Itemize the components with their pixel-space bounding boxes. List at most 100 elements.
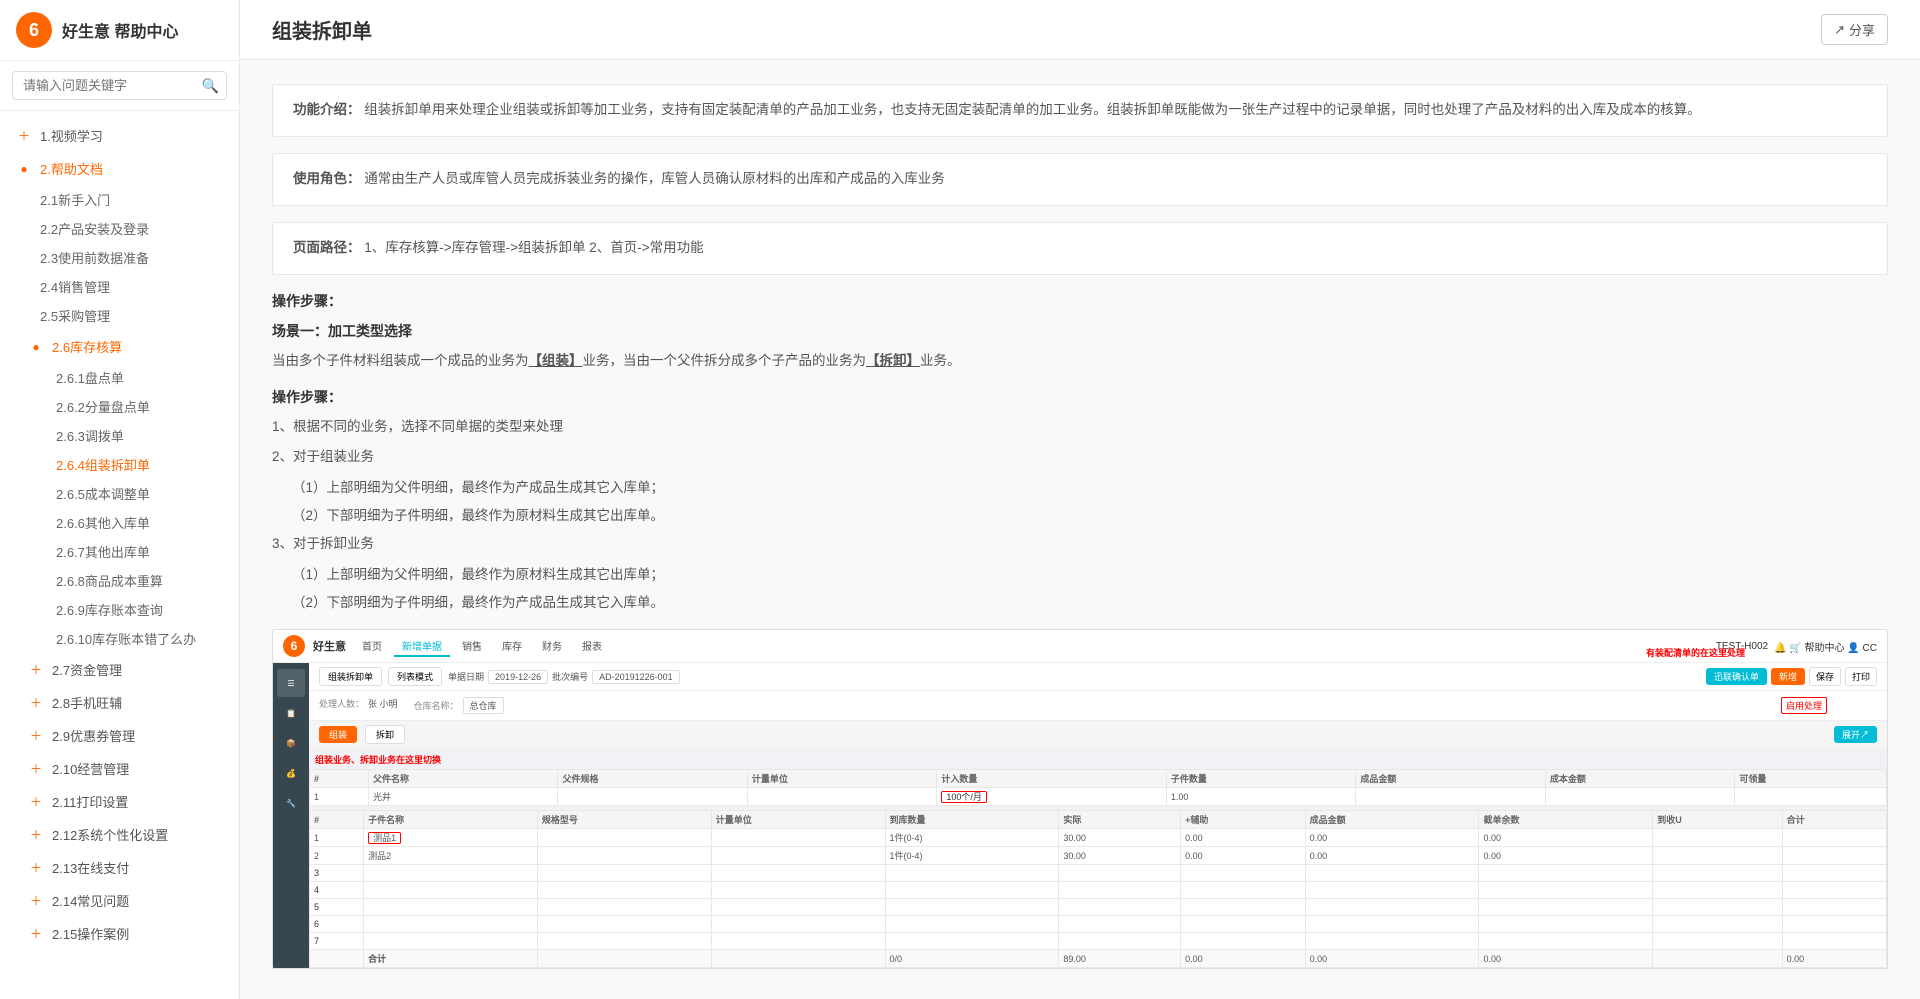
sidebar-item-videos[interactable]: ＋ 1.视频学习 (0, 119, 239, 152)
sidebar-item-ops[interactable]: ＋ 2.10经营管理 (0, 752, 239, 785)
fake-btd-recv2-2 (1653, 847, 1782, 865)
fake-bottom-table: # 子件名称 规格型号 计量单位 到库数量 实际 +辅助 成品金额 截单余数 (309, 810, 1887, 968)
fake-confirm-btn: 迅联确认单 (1706, 668, 1767, 685)
fake-brow-5: 5 (310, 899, 1887, 916)
fake-bottom-thead: # 子件名称 规格型号 计量单位 到库数量 实际 +辅助 成品金额 截单余数 (310, 811, 1887, 829)
screenshot-image: 6 好生意 首页 新增单据 销售 库存 财务 报表 TEST-H002 🔔 🛒 … (272, 629, 1888, 969)
fake-icon-2: 📋 (277, 699, 305, 727)
share-icon: ↗ (1834, 22, 1845, 38)
fake-label-doc: 单据日期 (448, 670, 484, 683)
fake-th-sub-qty: 子件数量 (1166, 770, 1355, 788)
search-button[interactable]: 🔍 (202, 77, 219, 94)
sidebar-item-cost-reset[interactable]: 2.6.8商品成本重算 (0, 566, 239, 595)
fake-annotation-1-area: 有装配清单的在这里处理 迅联确认单 (1706, 668, 1767, 685)
fake-main: 组装拆卸单 列表模式 单据日期 2019-12-26 批次编号 AD-20191… (309, 663, 1887, 968)
sidebar-item-print[interactable]: ＋ 2.11打印设置 (0, 785, 239, 818)
step2-text: 2、对于组装业务 (272, 445, 1888, 469)
fake-icons: 🔔 🛒 帮助中心 👤 CC (1774, 639, 1877, 654)
sidebar-item-adjust[interactable]: 2.6.3调拨单 (0, 421, 239, 450)
fake-brow-2: 2 测品2 1件(0-4) 30.00 0.00 0.00 0.00 (310, 847, 1887, 865)
sidebar-label-funds: 2.7资金管理 (52, 660, 122, 679)
sidebar-item-stock-check[interactable]: 2.6.9库存账本查询 (0, 595, 239, 624)
fake-bth-actual: 实际 (1059, 811, 1181, 829)
plus-icon-payment: ＋ (28, 860, 44, 876)
fake-logo: 6 (283, 635, 305, 657)
sidebar-item-inventory[interactable]: ● 2.6库存核算 (0, 330, 239, 363)
sidebar-item-mobile[interactable]: ＋ 2.8手机旺辅 (0, 686, 239, 719)
plus-icon-print: ＋ (28, 794, 44, 810)
sidebar-item-other-out[interactable]: 2.6.7其他出库单 (0, 537, 239, 566)
sidebar-item-sales[interactable]: 2.4销售管理 (0, 272, 239, 301)
sidebar-item-stock-error[interactable]: 2.6.10库存账本错了么办 (0, 624, 239, 653)
step2-2-text: （2）下部明细为子件明细，最终作为原材料生成其它出库单。 (292, 504, 1888, 528)
fake-btd-num-1: 1 (310, 829, 364, 847)
fake-label-batch: 批次编号 (552, 670, 588, 683)
fake-btd-actual-2: 30.00 (1059, 847, 1181, 865)
role-block: 使用角色： 通常由生产人员或库管人员完成拆装业务的操作，库管人员确认原材料的出库… (272, 153, 1888, 206)
sidebar-label-inventory: 2.6库存核算 (52, 337, 122, 356)
sidebar-item-coupon[interactable]: ＋ 2.9优惠券管理 (0, 719, 239, 752)
fake-bth-total: 合计 (1782, 811, 1886, 829)
plus-icon-cases: ＋ (28, 926, 44, 942)
fake-btn-list: 列表模式 (388, 667, 442, 686)
fake-nav-home: 首页 (354, 636, 390, 657)
fake-btd-recv-2: 1件(0-4) (885, 847, 1059, 865)
fake-footer-blank2 (537, 950, 711, 968)
sidebar-label-coupon: 2.9优惠券管理 (52, 726, 135, 745)
fake-th-unit: 计量单位 (747, 770, 936, 788)
sidebar-item-partial[interactable]: 2.6.2分量盘点单 (0, 392, 239, 421)
sidebar-item-funds[interactable]: ＋ 2.7资金管理 (0, 653, 239, 686)
fake-form-date: 单据日期 2019-12-26 批次编号 AD-20191226-001 (448, 670, 680, 684)
share-button[interactable]: ↗ 分享 (1821, 14, 1888, 45)
sidebar-item-stocktake[interactable]: 2.6.1盘点单 (0, 363, 239, 392)
sidebar-item-payment[interactable]: ＋ 2.13在线支付 (0, 851, 239, 884)
fake-bottom-table-wrap: 无固定清单可在组装在这里录入 # 子件名称 规格型号 计量单位 到库数量 实际 (309, 810, 1887, 968)
fake-batch-value: AD-20191226-001 (592, 670, 680, 684)
sidebar-label-payment: 2.13在线支付 (52, 858, 129, 877)
fake-bth-sname: 子件名称 (364, 811, 538, 829)
role-label: 使用角色： (293, 171, 361, 186)
fake-th-avail: 可领量 (1735, 770, 1887, 788)
sidebar-item-docs[interactable]: ● 2.帮助文档 (0, 152, 239, 185)
fake-btd-spec-1 (537, 829, 711, 847)
sidebar-item-new[interactable]: 2.1新手入门 (0, 185, 239, 214)
sidebar-item-system[interactable]: ＋ 2.12系统个性化设置 (0, 818, 239, 851)
sidebar-item-purchase[interactable]: 2.5采购管理 (0, 301, 239, 330)
app-name: 好生意 帮助中心 (62, 18, 178, 42)
fake-td-planqty-1: 100个/月 (937, 788, 1167, 806)
fake-wh-val: 总仓库 (463, 697, 504, 714)
sidebar-label-docs: 2.帮助文档 (40, 159, 103, 178)
sidebar-item-faq[interactable]: ＋ 2.14常见问题 (0, 884, 239, 917)
fake-btd-remain-2: 0.00 (1479, 847, 1653, 865)
fake-disassemble-btn: 拆卸 (365, 725, 405, 744)
search-area: 🔍 (0, 61, 239, 111)
path-label: 页面路径： (293, 240, 361, 255)
fake-bth-prodamt: 成品金额 (1305, 811, 1479, 829)
fake-save-btn: 保存 (1809, 667, 1841, 686)
sidebar-item-data[interactable]: 2.3使用前数据准备 (0, 243, 239, 272)
fake-btd-sname-2: 测品2 (364, 847, 538, 865)
sidebar-item-other-in[interactable]: 2.6.6其他入库单 (0, 508, 239, 537)
fake-th-prod-amt: 成品金额 (1356, 770, 1545, 788)
fake-footer-remain: 0.00 (1479, 950, 1653, 968)
page-title: 组装拆卸单 (272, 15, 372, 44)
fake-nav-sales: 销售 (454, 636, 490, 657)
sidebar-item-cases[interactable]: ＋ 2.15操作案例 (0, 917, 239, 950)
fake-toolbar: 组装拆卸单 列表模式 单据日期 2019-12-26 批次编号 AD-20191… (309, 663, 1887, 691)
fake-footer-blank (310, 950, 364, 968)
fake-bth-num: # (310, 811, 364, 829)
fake-btn-new: 组装拆卸单 (319, 667, 382, 686)
sidebar-item-cost[interactable]: 2.6.5成本调整单 (0, 479, 239, 508)
step3-1-text: （1）上部明细为父件明细，最终作为原材料生成其它出库单； (292, 563, 1888, 587)
sidebar-item-assembly[interactable]: 2.6.4组装拆卸单 (0, 450, 239, 479)
fake-btd-total-2 (1782, 847, 1886, 865)
fake-type-bar: 组装 拆卸 展开↗ 组装业务、拆卸业务在这里切换 (309, 721, 1887, 749)
fake-td-num-1: 1 (310, 788, 369, 806)
fake-icon-3: 📦 (277, 729, 305, 757)
search-input[interactable] (12, 71, 227, 100)
fake-top-thead: # 父件名称 父件规格 计量单位 计入数量 子件数量 成品金额 成本金额 可领量 (310, 770, 1887, 788)
nav-menu: ＋ 1.视频学习 ● 2.帮助文档 2.1新手入门 2.2产品安装及登录 2.3… (0, 111, 239, 999)
fake-bth-aux: +辅助 (1181, 811, 1306, 829)
sidebar-item-install[interactable]: 2.2产品安装及登录 (0, 214, 239, 243)
ops-label: 操作步骤： (272, 291, 1888, 311)
